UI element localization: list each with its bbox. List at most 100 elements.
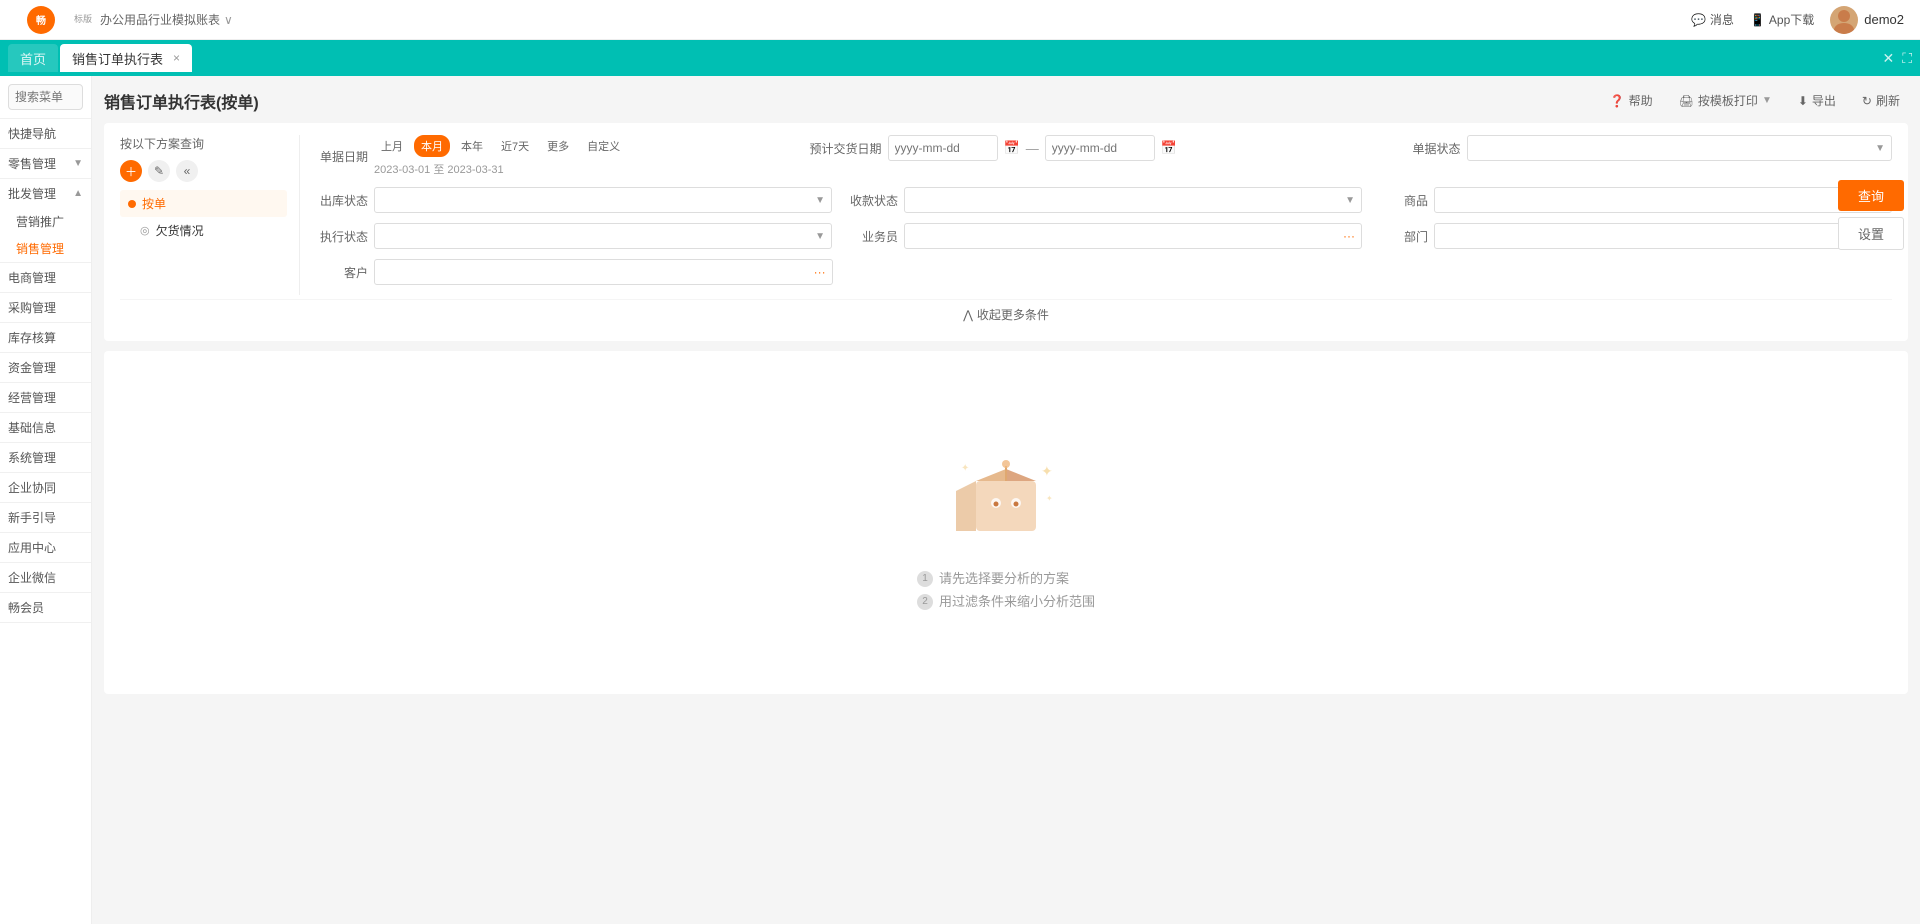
expected-date-label: 预计交货日期 bbox=[810, 140, 882, 157]
date-this-month-btn[interactable]: 本月 bbox=[414, 135, 450, 157]
filter-date-group: 单据日期 上月 本月 本年 近7天 更多 自定义 20 bbox=[312, 135, 800, 177]
customer-input[interactable]: ··· bbox=[374, 259, 833, 285]
doc-status-select[interactable]: ▼ bbox=[1467, 135, 1893, 161]
member-label: 畅会员 bbox=[8, 599, 44, 616]
svg-text:✦: ✦ bbox=[1046, 494, 1053, 503]
dept-select[interactable]: ▼ bbox=[1434, 223, 1892, 249]
goods-input[interactable]: ··· bbox=[1434, 187, 1892, 213]
collapse-label: 收起更多条件 bbox=[977, 306, 1049, 323]
filter-expected-date-group: 预计交货日期 📅 — 📅 bbox=[810, 135, 1395, 161]
wholesale-expand-icon: ▲ bbox=[73, 188, 83, 199]
export-button[interactable]: ⬇ 导出 bbox=[1790, 88, 1844, 113]
marketing-label: 营销推广 bbox=[16, 213, 64, 230]
sales-label: 销售管理 bbox=[16, 240, 64, 257]
inventory-label: 库存核算 bbox=[8, 329, 56, 346]
sidebar-section-ecommerce: 电商管理 bbox=[0, 263, 91, 293]
refresh-icon: ↻ bbox=[1862, 94, 1872, 108]
page-header: 销售订单执行表(按单) ❓ 帮助 🖨 按模板打印 ▼ ⬇ 导出 ↻ 刷新 bbox=[104, 88, 1908, 113]
help-button[interactable]: ❓ 帮助 bbox=[1602, 88, 1661, 113]
tab-close-icon[interactable]: × bbox=[173, 51, 180, 65]
sidebar-section-member: 畅会员 bbox=[0, 593, 91, 623]
date-last-month-btn[interactable]: 上月 bbox=[374, 135, 410, 157]
exec-status-arrow: ▼ bbox=[815, 231, 825, 242]
sidebar-item-sales[interactable]: 销售管理 bbox=[0, 235, 91, 262]
svg-text:✦: ✦ bbox=[1041, 463, 1053, 479]
message-action[interactable]: 💬 消息 bbox=[1691, 11, 1734, 28]
expected-date-end-input[interactable] bbox=[1045, 135, 1155, 161]
customer-more-icon[interactable]: ··· bbox=[814, 265, 826, 279]
tab-home[interactable]: 首页 bbox=[8, 44, 58, 72]
calendar-end-icon[interactable]: 📅 bbox=[1161, 140, 1177, 156]
sidebar-item-operations[interactable]: 经营管理 bbox=[0, 383, 91, 412]
tab-active[interactable]: 销售订单执行表 × bbox=[60, 44, 192, 72]
payment-status-arrow: ▼ bbox=[1345, 195, 1355, 206]
sidebar-item-member[interactable]: 畅会员 bbox=[0, 593, 91, 622]
scheme-item-shortage[interactable]: ◎ 欠货情况 bbox=[120, 217, 287, 244]
window-close-btn[interactable]: ✕ bbox=[1882, 50, 1894, 67]
ship-status-select[interactable]: ▼ bbox=[374, 187, 832, 213]
date-more-btn[interactable]: 更多 bbox=[540, 135, 576, 157]
query-button[interactable]: 查询 bbox=[1838, 180, 1904, 211]
logo: 畅 bbox=[16, 5, 66, 35]
sidebar-item-ecommerce[interactable]: 电商管理 bbox=[0, 263, 91, 292]
refresh-label: 刷新 bbox=[1876, 92, 1900, 109]
scheme-item-orders[interactable]: 按单 bbox=[120, 190, 287, 217]
payment-status-select[interactable]: ▼ bbox=[904, 187, 1362, 213]
sidebar-item-enterprise[interactable]: 企业协同 bbox=[0, 473, 91, 502]
salesperson-input[interactable]: ··· bbox=[904, 223, 1362, 249]
filter-scheme-actions: ＋ ✎ « bbox=[120, 160, 287, 182]
edit-scheme-btn[interactable]: ✎ bbox=[148, 160, 170, 182]
filter-scheme-panel: 按以下方案查询 ＋ ✎ « 按单 ◎ 欠货情况 bbox=[120, 135, 300, 295]
expected-date-start-input[interactable] bbox=[888, 135, 998, 161]
breadcrumb-arrow[interactable]: ∨ bbox=[224, 13, 233, 27]
sidebar-item-wechat[interactable]: 企业微信 bbox=[0, 563, 91, 592]
logo-icon: 畅 bbox=[27, 6, 55, 34]
sidebar-item-basics[interactable]: 基础信息 bbox=[0, 413, 91, 442]
salesperson-more-icon[interactable]: ··· bbox=[1343, 229, 1355, 243]
sidebar-item-purchase[interactable]: 采购管理 bbox=[0, 293, 91, 322]
date-custom-btn[interactable]: 自定义 bbox=[580, 135, 627, 157]
sidebar-item-marketing[interactable]: 营销推广 bbox=[0, 208, 91, 235]
sidebar-item-finance[interactable]: 资金管理 bbox=[0, 353, 91, 382]
date-7days-btn[interactable]: 近7天 bbox=[494, 135, 536, 157]
step-1-num: 1 bbox=[917, 571, 933, 587]
export-icon: ⬇ bbox=[1798, 94, 1808, 108]
print-button[interactable]: 🖨 按模板打印 ▼ bbox=[1671, 88, 1780, 113]
exec-status-select[interactable]: ▼ bbox=[374, 223, 832, 249]
empty-state: ✦ ✦ ✦ 1 请先选择要分析的方案 2 用过滤条件来缩小分析范围 bbox=[104, 351, 1908, 694]
user-profile[interactable]: demo2 bbox=[1830, 6, 1904, 34]
sidebar-item-appstore[interactable]: 应用中心 bbox=[0, 533, 91, 562]
step-1-text: 请先选择要分析的方案 bbox=[939, 567, 1069, 590]
date-range-text: 2023-03-01 至 2023-03-31 bbox=[374, 161, 627, 177]
collapse-filter-btn[interactable]: ⋀ 收起更多条件 bbox=[120, 299, 1892, 329]
sidebar-item-retail[interactable]: 零售管理 ▼ bbox=[0, 149, 91, 178]
help-label: 帮助 bbox=[1629, 92, 1653, 109]
retail-expand-icon: ▼ bbox=[73, 158, 83, 169]
search-input[interactable] bbox=[8, 84, 83, 110]
calendar-start-icon[interactable]: 📅 bbox=[1004, 140, 1020, 156]
user-name[interactable]: demo2 bbox=[1864, 12, 1904, 27]
sidebar-section-system: 系统管理 bbox=[0, 443, 91, 473]
top-header: 畅 标版 办公用品行业模拟账表 ∨ 💬 消息 📱 App下载 demo2 bbox=[0, 0, 1920, 40]
system-label: 系统管理 bbox=[8, 449, 56, 466]
sidebar-item-quick-nav[interactable]: 快捷导航 bbox=[0, 119, 91, 149]
window-maximize-btn[interactable]: ⛶ bbox=[1902, 50, 1912, 67]
date-this-year-btn[interactable]: 本年 bbox=[454, 135, 490, 157]
collapse-scheme-btn[interactable]: « bbox=[176, 160, 198, 182]
appstore-label: 应用中心 bbox=[8, 539, 56, 556]
sidebar-section-appstore: 应用中心 bbox=[0, 533, 91, 563]
export-label: 导出 bbox=[1812, 92, 1836, 109]
settings-button[interactable]: 设置 bbox=[1838, 217, 1904, 250]
refresh-button[interactable]: ↻ 刷新 bbox=[1854, 88, 1908, 113]
sidebar-item-wholesale[interactable]: 批发管理 ▲ bbox=[0, 179, 91, 208]
add-scheme-btn[interactable]: ＋ bbox=[120, 160, 142, 182]
app-download-action[interactable]: 📱 App下载 bbox=[1750, 11, 1814, 28]
sidebar-item-newbie[interactable]: 新手引导 bbox=[0, 503, 91, 532]
filter-payment-group: 收款状态 ▼ bbox=[842, 187, 1362, 213]
page-title: 销售订单执行表(按单) bbox=[104, 89, 259, 113]
filter-panel: 按以下方案查询 ＋ ✎ « 按单 ◎ 欠货情况 bbox=[104, 123, 1908, 341]
ship-status-label: 出库状态 bbox=[312, 192, 368, 209]
sidebar-item-system[interactable]: 系统管理 bbox=[0, 443, 91, 472]
sidebar-item-inventory[interactable]: 库存核算 bbox=[0, 323, 91, 352]
app-download-label: App下载 bbox=[1769, 11, 1814, 28]
